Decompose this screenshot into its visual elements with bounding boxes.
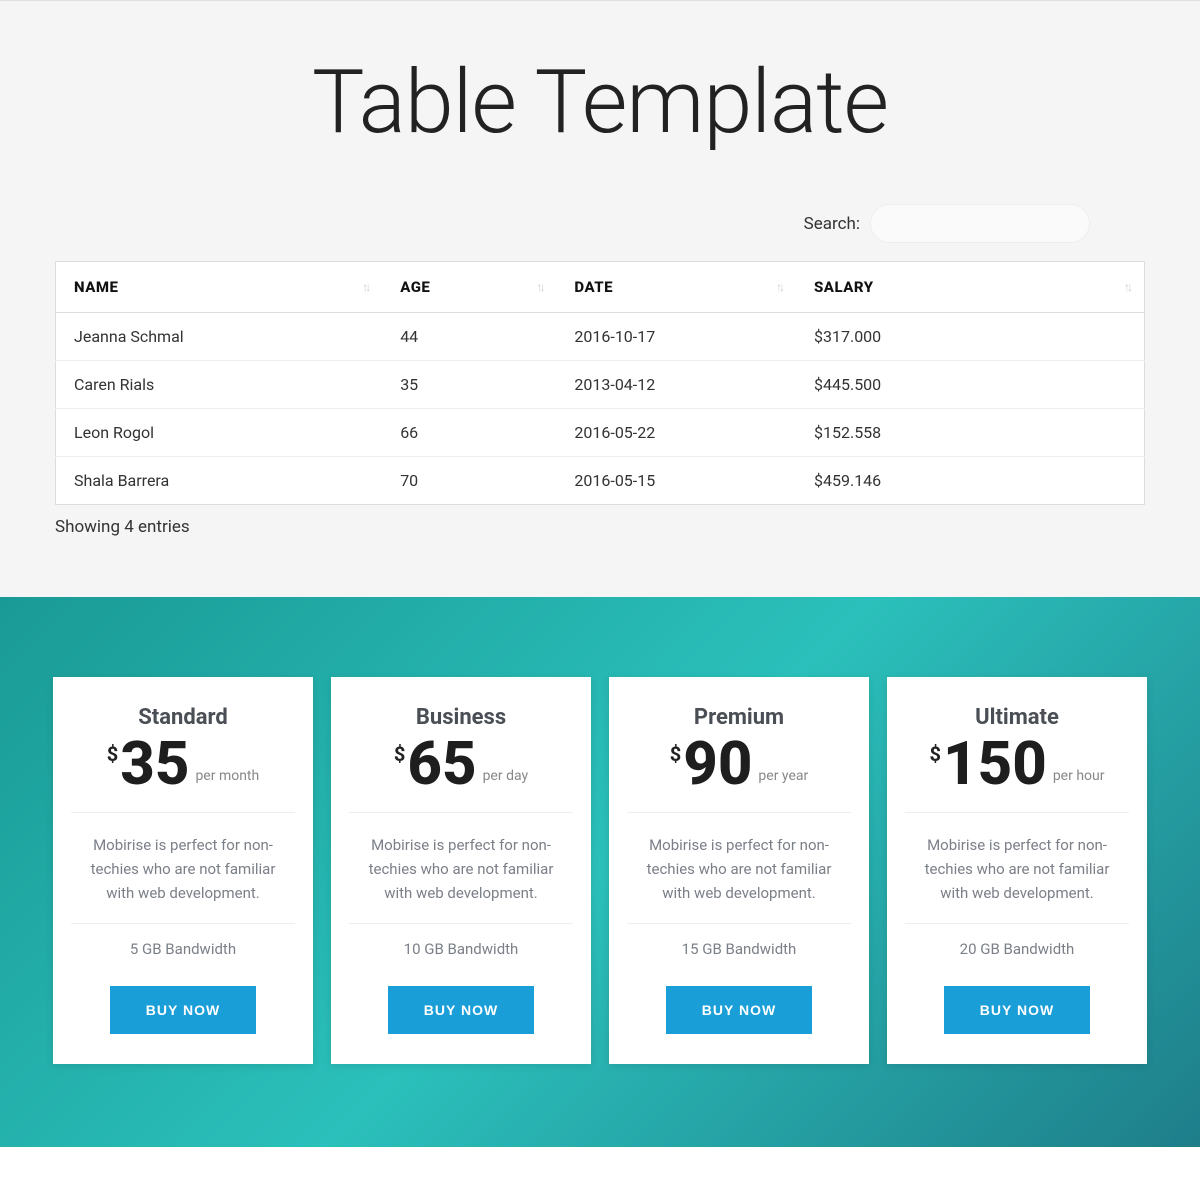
cell-salary: $445.500: [796, 361, 1145, 409]
cell-name: Leon Rogol: [56, 409, 383, 457]
plan-feature: 15 GB Bandwidth: [627, 940, 851, 958]
buy-now-button[interactable]: BUY NOW: [388, 986, 534, 1034]
plan-name: Ultimate: [905, 705, 1129, 730]
price-line: $150 per hour: [905, 734, 1129, 813]
cell-date: 2016-05-15: [556, 457, 796, 505]
cell-age: 66: [382, 409, 556, 457]
pricing-section: Standard $35 per month Mobirise is perfect …: [0, 597, 1200, 1147]
cell-date: 2016-10-17: [556, 313, 796, 361]
column-label: SALARY: [814, 278, 874, 296]
column-label: AGE: [400, 278, 430, 296]
price-line: $90 per year: [627, 734, 851, 813]
plan-description: Mobirise is perfect for non-techies who …: [905, 833, 1129, 924]
plan-card-ultimate: Ultimate $150 per hour Mobirise is perfect …: [887, 677, 1147, 1064]
price-period: per hour: [1053, 768, 1105, 784]
column-header-age[interactable]: AGE ↑↓: [382, 262, 556, 313]
plan-card-business: Business $65 per day Mobirise is perfect fo…: [331, 677, 591, 1064]
cell-date: 2013-04-12: [556, 361, 796, 409]
cell-salary: $317.000: [796, 313, 1145, 361]
table-row: Jeanna Schmal442016-10-17$317.000: [56, 313, 1145, 361]
cell-age: 35: [382, 361, 556, 409]
cell-age: 70: [382, 457, 556, 505]
currency: $: [394, 742, 405, 766]
cell-salary: $152.558: [796, 409, 1145, 457]
sort-icon: ↑↓: [362, 280, 368, 294]
cell-age: 44: [382, 313, 556, 361]
cell-name: Caren Rials: [56, 361, 383, 409]
plan-card-standard: Standard $35 per month Mobirise is perfect …: [53, 677, 313, 1064]
cell-salary: $459.146: [796, 457, 1145, 505]
column-label: NAME: [74, 278, 118, 296]
data-table: NAME ↑↓ AGE ↑↓ DATE ↑↓ SALARY ↑↓ Jeanna …: [55, 261, 1145, 505]
plan-description: Mobirise is perfect for non-techies who …: [627, 833, 851, 924]
price-line: $35 per month: [71, 734, 295, 813]
plan-name: Standard: [71, 705, 295, 730]
price-period: per month: [195, 768, 259, 784]
price-amount: 35: [120, 734, 189, 794]
search-label: Search:: [804, 214, 860, 234]
column-header-date[interactable]: DATE ↑↓: [556, 262, 796, 313]
plan-feature: 5 GB Bandwidth: [71, 940, 295, 958]
cell-date: 2016-05-22: [556, 409, 796, 457]
price-period: per year: [758, 768, 808, 784]
currency: $: [107, 742, 118, 766]
sort-icon: ↑↓: [1124, 280, 1130, 294]
column-header-salary[interactable]: SALARY ↑↓: [796, 262, 1145, 313]
table-info: Showing 4 entries: [55, 517, 1145, 537]
plan-name: Premium: [627, 705, 851, 730]
plan-feature: 10 GB Bandwidth: [349, 940, 573, 958]
plan-feature: 20 GB Bandwidth: [905, 940, 1129, 958]
sort-icon: ↑↓: [536, 280, 542, 294]
price-amount: 90: [683, 734, 752, 794]
cell-name: Jeanna Schmal: [56, 313, 383, 361]
price-amount: 65: [407, 734, 476, 794]
buy-now-button[interactable]: BUY NOW: [110, 986, 256, 1034]
price-period: per day: [483, 768, 529, 784]
sort-icon: ↑↓: [776, 280, 782, 294]
table-row: Leon Rogol662016-05-22$152.558: [56, 409, 1145, 457]
search-input[interactable]: [870, 204, 1090, 243]
currency: $: [930, 742, 941, 766]
currency: $: [670, 742, 681, 766]
search-bar: Search:: [55, 204, 1145, 243]
plan-description: Mobirise is perfect for non-techies who …: [349, 833, 573, 924]
price-amount: 150: [943, 734, 1047, 794]
buy-now-button[interactable]: BUY NOW: [666, 986, 812, 1034]
buy-now-button[interactable]: BUY NOW: [944, 986, 1090, 1034]
price-line: $65 per day: [349, 734, 573, 813]
page-title: Table Template: [55, 51, 1145, 154]
plan-description: Mobirise is perfect for non-techies who …: [71, 833, 295, 924]
cell-name: Shala Barrera: [56, 457, 383, 505]
table-row: Caren Rials352013-04-12$445.500: [56, 361, 1145, 409]
plan-name: Business: [349, 705, 573, 730]
column-header-name[interactable]: NAME ↑↓: [56, 262, 383, 313]
column-label: DATE: [574, 278, 613, 296]
table-row: Shala Barrera702016-05-15$459.146: [56, 457, 1145, 505]
plan-card-premium: Premium $90 per year Mobirise is perfect fo…: [609, 677, 869, 1064]
